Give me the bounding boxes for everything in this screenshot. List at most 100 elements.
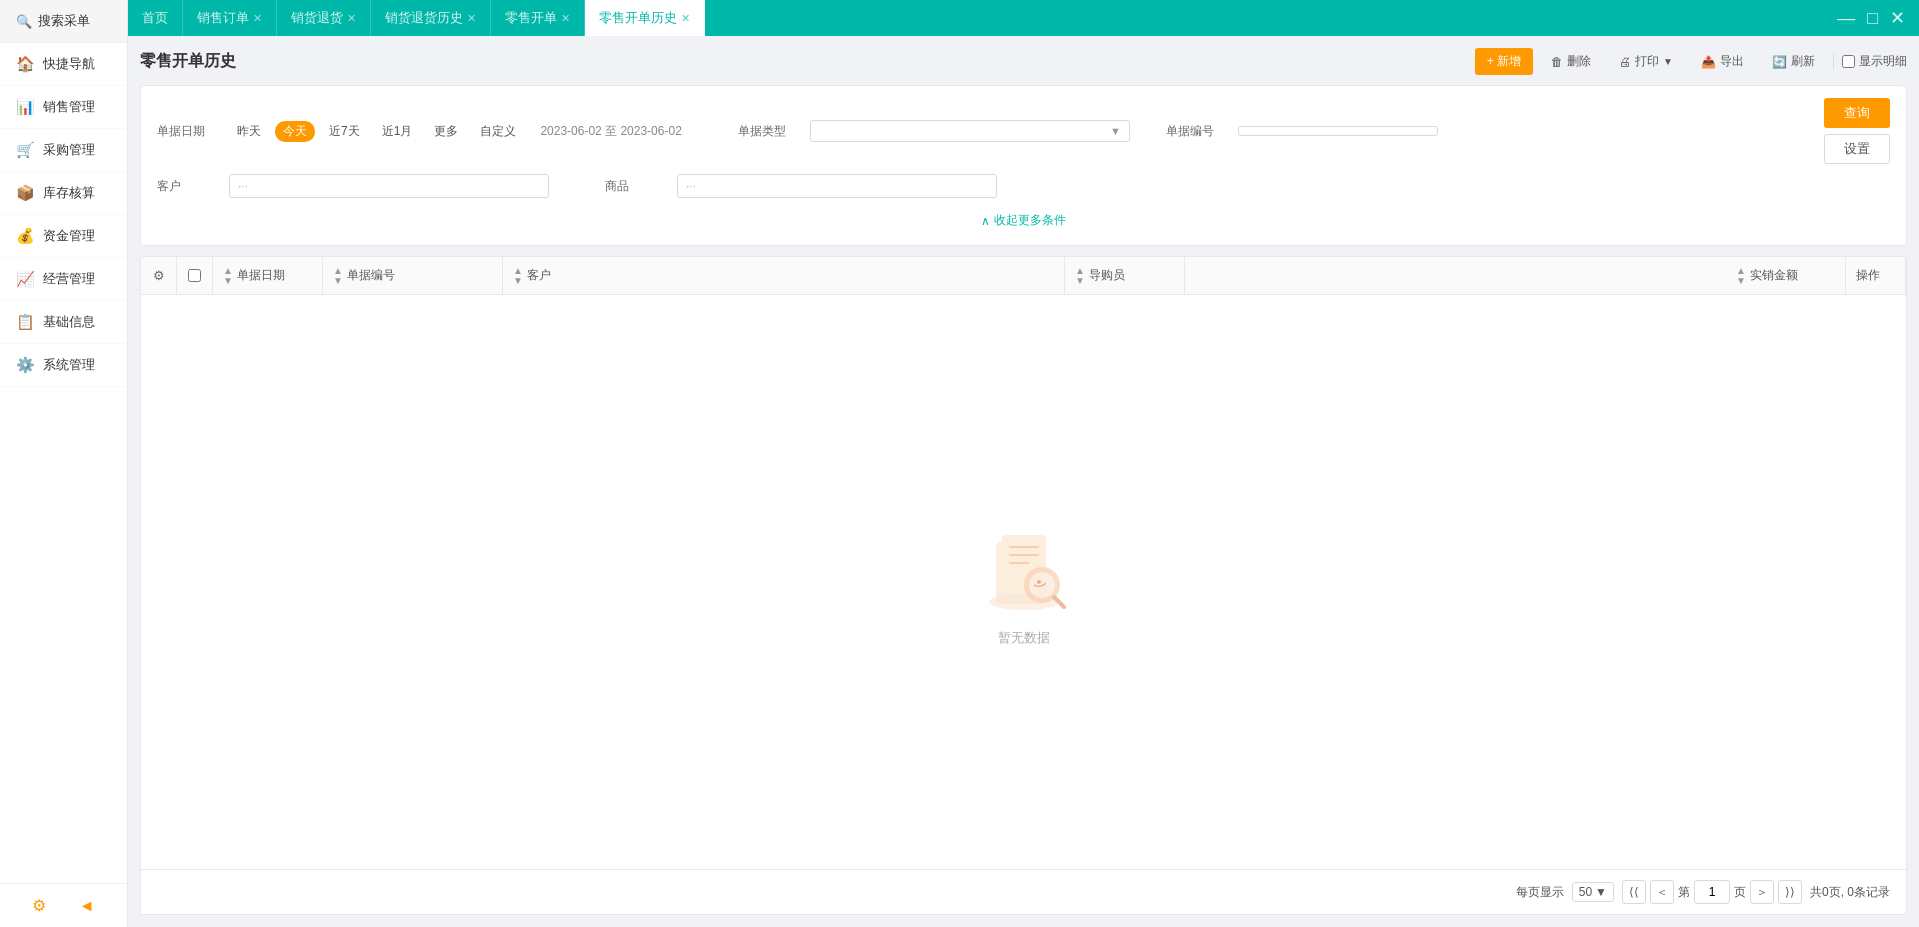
filter-date-range: 2023-06-02 至 2023-06-02 [540,123,681,140]
tab-retail-open-close[interactable]: ✕ [561,12,570,25]
tab-sales-return-history-close[interactable]: ✕ [467,12,476,25]
tab-home[interactable]: 首页 [128,0,183,36]
svg-point-9 [1037,580,1041,584]
system-icon: ⚙️ [16,356,35,374]
last-page-button[interactable]: ⟩⟩ [1778,880,1802,904]
refresh-button[interactable]: 🔄 刷新 [1762,48,1825,75]
date-option-today[interactable]: 今天 [275,121,315,142]
delete-button-label: 删除 [1567,53,1591,70]
select-all-checkbox[interactable] [188,269,201,282]
sidebar-bottom: ⚙ ◄ [0,883,127,927]
th-customer[interactable]: ▲▼ 客户 [503,257,1065,294]
sidebar-item-label: 基础信息 [43,313,95,331]
page-title: 零售开单历史 [140,51,236,72]
th-op-label: 操作 [1856,267,1880,284]
sidebar-item-basic-info[interactable]: 📋 基础信息 [0,301,127,344]
th-num-label: 单据编号 [347,267,395,284]
table-header-checkbox[interactable] [177,257,213,294]
th-date-label: 单据日期 [237,267,285,284]
next-page-button[interactable]: ＞ [1750,880,1774,904]
page-number-input[interactable] [1694,880,1730,904]
page-header: 零售开单历史 + 新增 🗑 删除 🖨 打印 ▼ 📤 导出 [140,48,1907,75]
tab-sales-return-close[interactable]: ✕ [347,12,356,25]
date-option-1month[interactable]: 近1月 [374,121,421,142]
sidebar-item-purchase-mgmt[interactable]: 🛒 采购管理 [0,129,127,172]
tab-retail-history[interactable]: 零售开单历史 ✕ [585,0,705,36]
tab-sales-return-label: 销货退货 [291,9,343,27]
tab-bar: 首页 销售订单 ✕ 销货退货 ✕ 销货退货历史 ✕ 零售开单 ✕ 零售开单历史 … [128,0,1919,36]
filter-doc-type-dropdown[interactable]: ▼ [810,120,1130,142]
tab-sales-return-history[interactable]: 销货退货历史 ✕ [371,0,491,36]
first-page-button[interactable]: ⟨⟨ [1622,880,1646,904]
window-minimize-icon[interactable]: — [1837,8,1855,29]
sidebar-item-operation[interactable]: 📈 经营管理 [0,258,127,301]
prev-page-button[interactable]: ＜ [1650,880,1674,904]
filter-doc-num-input[interactable] [1238,126,1438,136]
print-button[interactable]: 🖨 打印 ▼ [1609,48,1683,75]
th-customer-label: 客户 [527,267,551,284]
sidebar: 🔍 搜索采单 🏠 快捷导航 📊 销售管理 🛒 采购管理 📦 库存核算 💰 资金管… [0,0,128,927]
new-button[interactable]: + 新增 [1475,48,1533,75]
sidebar-item-quick-nav[interactable]: 🏠 快捷导航 [0,43,127,86]
sidebar-item-label: 快捷导航 [43,55,95,73]
sidebar-item-system[interactable]: ⚙️ 系统管理 [0,344,127,387]
tab-sales-return[interactable]: 销货退货 ✕ [277,0,371,36]
filter-row-customer: 客户 ··· 商品 ··· [157,174,1890,198]
th-customer-sort: ▲▼ [513,266,523,286]
refresh-icon: 🔄 [1772,55,1787,69]
export-icon: 📤 [1701,55,1716,69]
filter-goods-label: 商品 [605,178,661,195]
per-page-label: 每页显示 [1516,884,1564,901]
th-amount-label: 实销金额 [1750,267,1798,284]
sidebar-search-label: 搜索采单 [38,12,90,30]
table-header: ⚙ ▲▼ 单据日期 ▲▼ 单据编号 ▲▼ 客户 ▲▼ 导 [141,257,1906,295]
per-page-select[interactable]: 50 ▼ [1572,882,1614,902]
operation-icon: 📈 [16,270,35,288]
pagination-total: 共0页, 0条记录 [1810,884,1890,901]
refresh-button-label: 刷新 [1791,53,1815,70]
sidebar-item-inventory[interactable]: 📦 库存核算 [0,172,127,215]
tab-sales-order-close[interactable]: ✕ [253,12,262,25]
tab-retail-history-close[interactable]: ✕ [681,12,690,25]
date-option-yesterday[interactable]: 昨天 [229,121,269,142]
sidebar-item-label: 销售管理 [43,98,95,116]
basic-info-icon: 📋 [16,313,35,331]
sidebar-item-label: 资金管理 [43,227,95,245]
dropdown-arrow-icon: ▼ [1110,125,1121,137]
display-detail-label[interactable]: 显示明细 [1842,53,1907,70]
display-detail-checkbox[interactable] [1842,55,1855,68]
th-date[interactable]: ▲▼ 单据日期 [213,257,323,294]
export-button[interactable]: 📤 导出 [1691,48,1754,75]
table-setting-icon[interactable]: ⚙ [141,257,177,294]
window-close-icon[interactable]: ✕ [1890,7,1905,29]
th-guide-sort: ▲▼ [1075,266,1085,286]
tab-retail-open[interactable]: 零售开单 ✕ [491,0,585,36]
setting-button[interactable]: 设置 [1824,134,1890,164]
data-table: ⚙ ▲▼ 单据日期 ▲▼ 单据编号 ▲▼ 客户 ▲▼ 导 [140,256,1907,915]
th-date-sort: ▲▼ [223,266,233,286]
query-button[interactable]: 查询 [1824,98,1890,128]
window-maximize-icon[interactable]: □ [1867,8,1878,29]
date-option-more[interactable]: 更多 [426,121,466,142]
filter-goods-input[interactable]: ··· [677,174,997,198]
sidebar-item-sales-mgmt[interactable]: 📊 销售管理 [0,86,127,129]
settings-bottom-icon[interactable]: ⚙ [32,896,46,915]
new-button-label: + 新增 [1487,53,1521,70]
th-guide[interactable]: ▲▼ 导购员 [1065,257,1185,294]
tab-bar-actions: — □ ✕ [1823,7,1919,29]
tab-home-label: 首页 [142,9,168,27]
filter-collapse-button[interactable]: ∧ 收起更多条件 [157,208,1890,233]
filter-customer-input[interactable]: ··· [229,174,549,198]
tab-sales-order[interactable]: 销售订单 ✕ [183,0,277,36]
sidebar-search[interactable]: 🔍 搜索采单 [0,0,127,43]
date-option-7days[interactable]: 近7天 [321,121,368,142]
delete-button[interactable]: 🗑 删除 [1541,48,1601,75]
filter-customer-label: 客户 [157,178,213,195]
collapse-sidebar-icon[interactable]: ◄ [79,897,95,915]
th-amount[interactable]: ▲▼ 实销金额 [1726,257,1846,294]
sidebar-item-finance[interactable]: 💰 资金管理 [0,215,127,258]
th-num[interactable]: ▲▼ 单据编号 [323,257,503,294]
print-icon: 🖨 [1619,55,1631,69]
date-option-custom[interactable]: 自定义 [472,121,524,142]
page-label: 第 [1678,884,1690,901]
